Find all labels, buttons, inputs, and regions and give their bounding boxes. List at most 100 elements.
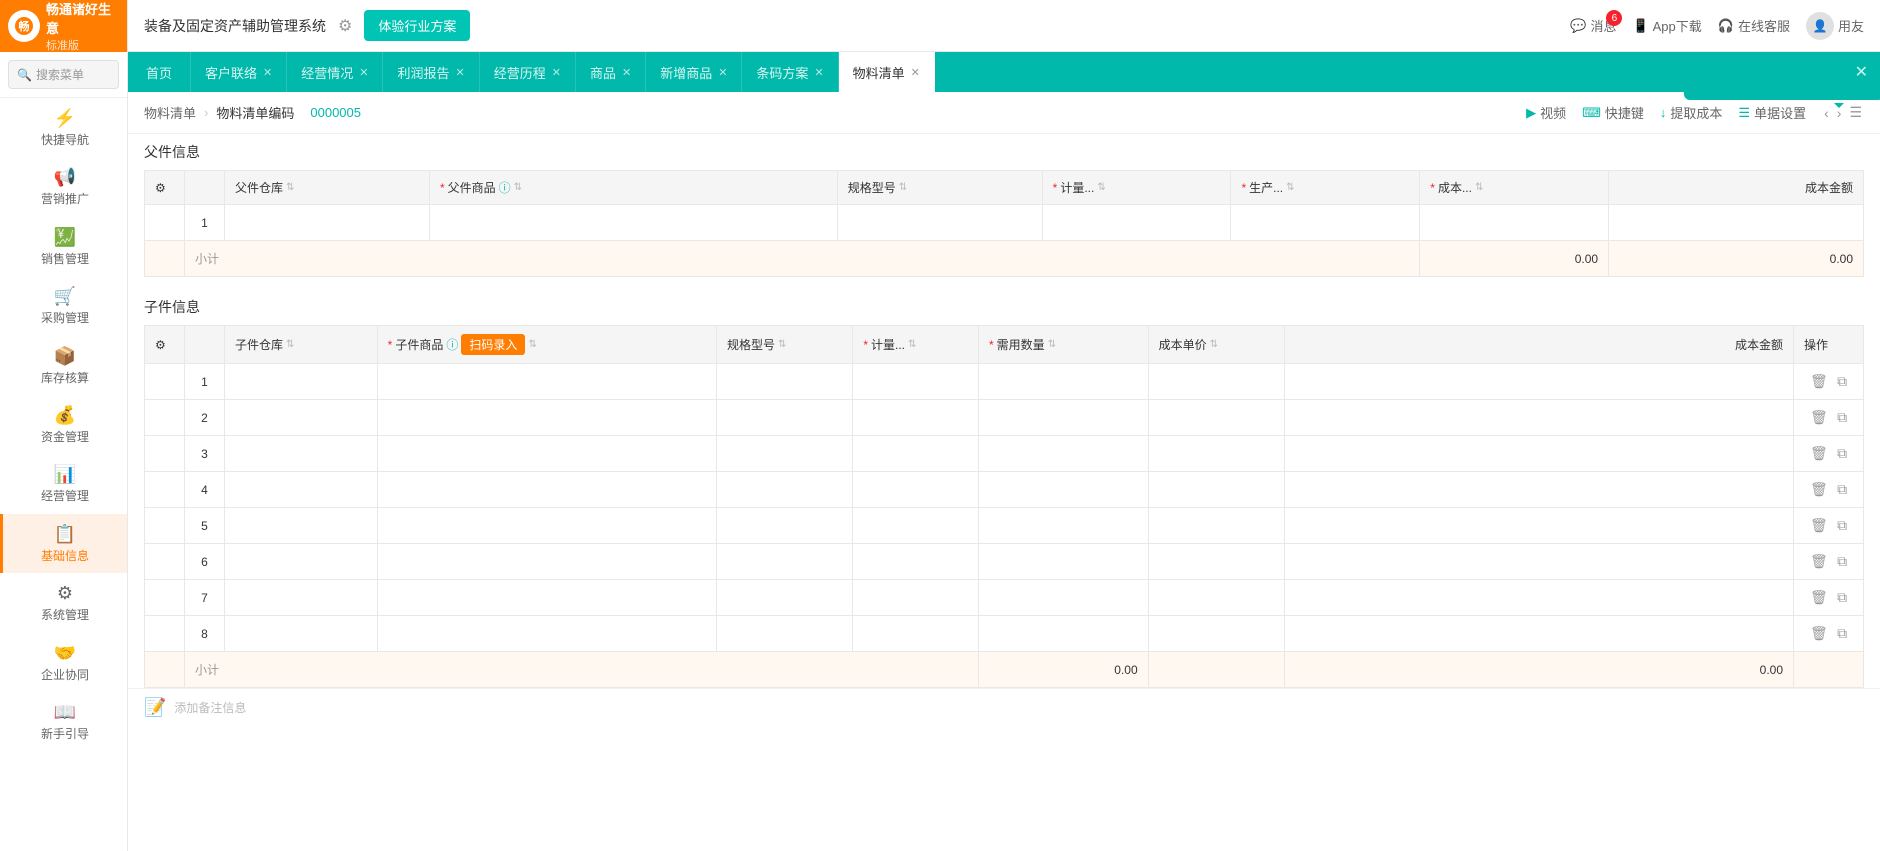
- delete-icon[interactable]: 🗑: [1810, 589, 1828, 605]
- child-row5-warehouse[interactable]: [225, 508, 378, 544]
- sidebar-item-inventory[interactable]: 📦 库存核算: [0, 336, 127, 395]
- tab-operation[interactable]: 经营情况 ✕: [287, 52, 383, 92]
- child-row8-qty[interactable]: [979, 616, 1149, 652]
- online-service-action[interactable]: 🎧 在线客服: [1718, 16, 1790, 35]
- tab-new-product[interactable]: 新增商品 ✕: [646, 52, 742, 92]
- parent-row-spec[interactable]: [837, 205, 1042, 241]
- child-qty-sort[interactable]: ⇅: [1048, 339, 1056, 350]
- sidebar-item-quick-nav[interactable]: ⚡ 快捷导航: [0, 98, 127, 157]
- warehouse-sort-icon[interactable]: ⇅: [286, 182, 294, 193]
- child-row3-product[interactable]: [377, 436, 716, 472]
- tab-operation-close[interactable]: ✕: [359, 66, 368, 79]
- child-row1-unit-price[interactable]: [1148, 364, 1284, 400]
- child-row1-warehouse[interactable]: [225, 364, 378, 400]
- sidebar-item-system[interactable]: ⚙ 系统管理: [0, 573, 127, 632]
- sidebar-item-enterprise[interactable]: 🤝 企业协同: [0, 633, 127, 692]
- child-product-sort[interactable]: ⇅: [528, 339, 536, 350]
- sidebar-item-marketing[interactable]: 📢 营销推广: [0, 157, 127, 216]
- shortcut-action[interactable]: ⌨ 快捷键: [1582, 103, 1644, 122]
- tab-profit[interactable]: 利润报告 ✕: [383, 52, 479, 92]
- delete-icon[interactable]: 🗑: [1810, 481, 1828, 497]
- nav-menu-icon[interactable]: ☰: [1847, 102, 1864, 123]
- child-unit-sort[interactable]: ⇅: [908, 339, 916, 350]
- child-row8-unit-price[interactable]: [1148, 616, 1284, 652]
- child-row7-unit[interactable]: [853, 580, 979, 616]
- child-row5-spec[interactable]: [716, 508, 852, 544]
- child-row2-qty[interactable]: [979, 400, 1149, 436]
- spec-sort-icon[interactable]: ⇅: [899, 182, 907, 193]
- tab-product-close[interactable]: ✕: [622, 66, 631, 79]
- child-row7-warehouse[interactable]: [225, 580, 378, 616]
- tab-customer[interactable]: 客户联络 ✕: [191, 52, 287, 92]
- child-row5-unit-price[interactable]: [1148, 508, 1284, 544]
- child-row7-product[interactable]: [377, 580, 716, 616]
- child-row5-qty[interactable]: [979, 508, 1149, 544]
- delete-icon[interactable]: 🗑: [1810, 625, 1828, 641]
- tab-new-product-close[interactable]: ✕: [718, 66, 727, 79]
- single-settings-action[interactable]: ☰ 单据设置: [1738, 103, 1806, 122]
- tab-history[interactable]: 经营历程 ✕: [480, 52, 576, 92]
- tab-barcode-close[interactable]: ✕: [814, 66, 823, 79]
- child-unit-price-sort[interactable]: ⇅: [1210, 339, 1218, 350]
- delete-icon[interactable]: 🗑: [1810, 445, 1828, 461]
- child-row8-spec[interactable]: [716, 616, 852, 652]
- sidebar-item-guide[interactable]: 📖 新手引导: [0, 692, 127, 751]
- sidebar-item-finance[interactable]: 💰 资金管理: [0, 395, 127, 454]
- user-action[interactable]: 👤 用友: [1806, 12, 1864, 40]
- child-row4-product[interactable]: [377, 472, 716, 508]
- delete-icon[interactable]: 🗑: [1810, 517, 1828, 533]
- tab-product[interactable]: 商品 ✕: [576, 52, 646, 92]
- child-row2-warehouse[interactable]: [225, 400, 378, 436]
- child-row4-warehouse[interactable]: [225, 472, 378, 508]
- tab-history-close[interactable]: ✕: [552, 66, 561, 79]
- child-row2-unit[interactable]: [853, 400, 979, 436]
- child-row7-qty[interactable]: [979, 580, 1149, 616]
- tab-profit-close[interactable]: ✕: [456, 66, 465, 79]
- child-row4-unit-price[interactable]: [1148, 472, 1284, 508]
- child-row6-warehouse[interactable]: [225, 544, 378, 580]
- child-row4-qty[interactable]: [979, 472, 1149, 508]
- delete-icon[interactable]: 🗑: [1810, 373, 1828, 389]
- child-row1-spec[interactable]: [716, 364, 852, 400]
- tab-barcode[interactable]: 条码方案 ✕: [742, 52, 838, 92]
- message-action[interactable]: 💬 消息 6: [1570, 16, 1616, 35]
- child-row2-unit-price[interactable]: [1148, 400, 1284, 436]
- child-row1-qty[interactable]: [979, 364, 1149, 400]
- extract-cost-action[interactable]: ↓ 提取成本: [1660, 103, 1723, 122]
- child-col-settings[interactable]: ⚙: [145, 326, 185, 364]
- child-row3-unit-price[interactable]: [1148, 436, 1284, 472]
- child-row4-unit[interactable]: [853, 472, 979, 508]
- parent-row-warehouse[interactable]: [225, 205, 430, 241]
- unit-sort-icon[interactable]: ⇅: [1097, 182, 1105, 193]
- child-row2-product[interactable]: [377, 400, 716, 436]
- copy-icon[interactable]: ⧉: [1837, 373, 1847, 389]
- child-warehouse-sort[interactable]: ⇅: [286, 339, 294, 350]
- child-row6-qty[interactable]: [979, 544, 1149, 580]
- copy-icon[interactable]: ⧉: [1837, 553, 1847, 569]
- cost-sort-icon[interactable]: ⇅: [1475, 182, 1483, 193]
- tab-bom[interactable]: 物料清单 ✕: [839, 52, 935, 92]
- child-row3-warehouse[interactable]: [225, 436, 378, 472]
- child-row3-unit[interactable]: [853, 436, 979, 472]
- settings-icon[interactable]: ⚙: [338, 16, 352, 36]
- app-download-action[interactable]: 📱 App下载: [1632, 16, 1701, 35]
- child-row8-warehouse[interactable]: [225, 616, 378, 652]
- child-row4-spec[interactable]: [716, 472, 852, 508]
- experience-button[interactable]: 体验行业方案: [364, 10, 470, 41]
- tab-bom-close[interactable]: ✕: [911, 66, 920, 79]
- video-action[interactable]: ▶ 视频: [1526, 103, 1566, 122]
- child-row6-spec[interactable]: [716, 544, 852, 580]
- child-row8-unit[interactable]: [853, 616, 979, 652]
- child-row7-unit-price[interactable]: [1148, 580, 1284, 616]
- notes-hint[interactable]: 添加备注信息: [174, 699, 246, 716]
- delete-icon[interactable]: 🗑: [1810, 409, 1828, 425]
- child-row6-product[interactable]: [377, 544, 716, 580]
- child-row2-spec[interactable]: [716, 400, 852, 436]
- copy-icon[interactable]: ⧉: [1837, 625, 1847, 641]
- delete-icon[interactable]: 🗑: [1810, 553, 1828, 569]
- sidebar-item-sales[interactable]: 💹 销售管理: [0, 217, 127, 276]
- child-info-icon[interactable]: ⓘ: [446, 336, 458, 353]
- child-row6-unit[interactable]: [853, 544, 979, 580]
- child-row8-product[interactable]: [377, 616, 716, 652]
- copy-icon[interactable]: ⧉: [1837, 517, 1847, 533]
